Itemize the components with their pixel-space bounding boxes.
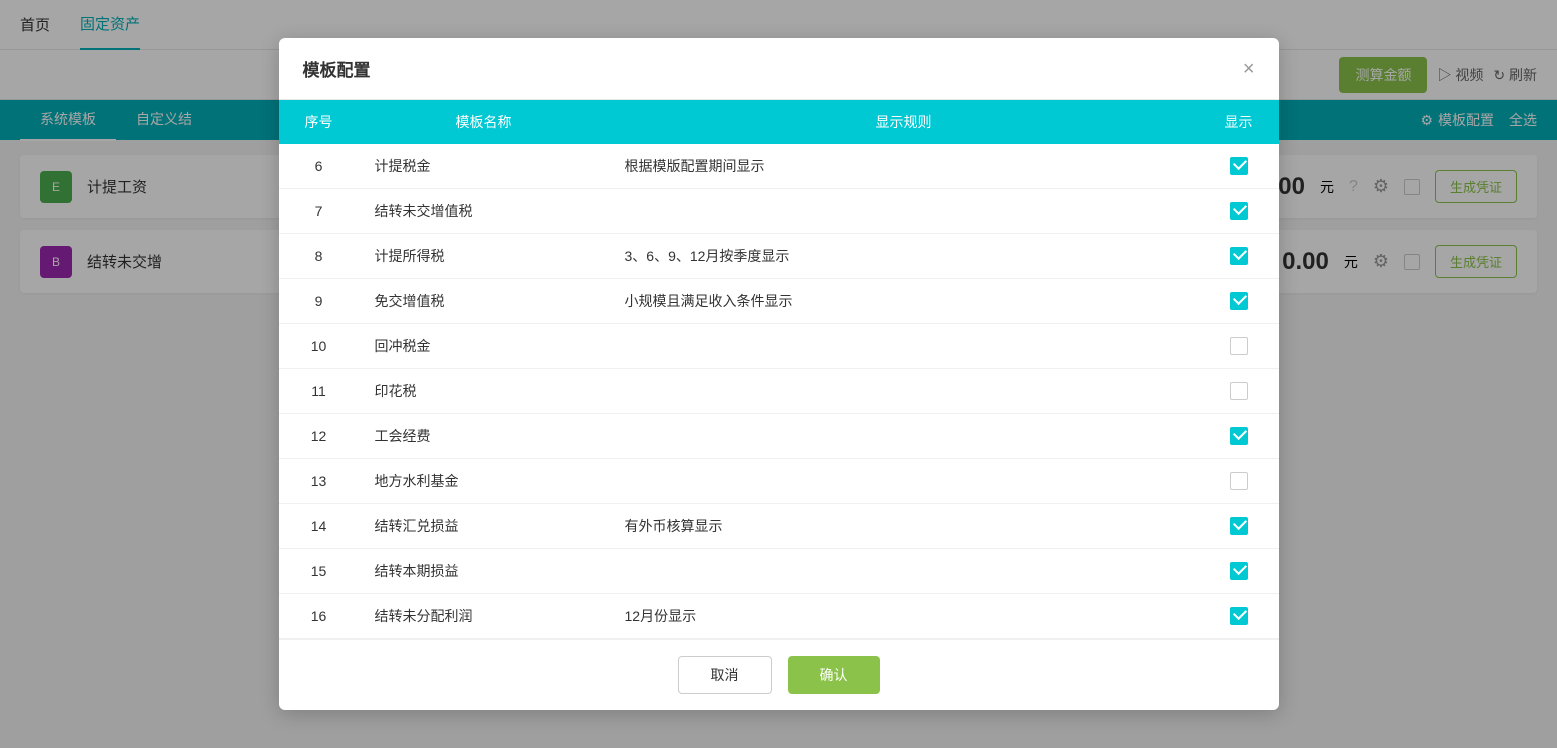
cell-checkbox: [1199, 369, 1279, 414]
confirm-button[interactable]: 确认: [788, 656, 880, 694]
cell-name: 结转未交增值税: [359, 189, 609, 234]
config-table: 序号 模板名称 显示规则 显示 6计提税金根据模版配置期间显示7结转未交增值税8…: [279, 100, 1279, 639]
cell-id: 7: [279, 189, 359, 234]
cell-rule: 12月份显示: [609, 594, 1199, 639]
cell-name: 结转本期损益: [359, 549, 609, 594]
modal-title: 模板配置: [303, 56, 371, 81]
cell-name: 结转未分配利润: [359, 594, 609, 639]
col-header-display: 显示: [1199, 100, 1279, 144]
cell-checkbox: [1199, 144, 1279, 189]
cell-id: 12: [279, 414, 359, 459]
row-checkbox-10[interactable]: [1230, 337, 1248, 355]
modal-body: 序号 模板名称 显示规则 显示 6计提税金根据模版配置期间显示7结转未交增值税8…: [279, 100, 1279, 639]
cell-id: 9: [279, 279, 359, 324]
modal-overlay: 模板配置 × 序号 模板名称 显示规则 显示 6计提税金根据模版配置期间显示7结…: [0, 0, 1557, 748]
table-row: 15结转本期损益: [279, 549, 1279, 594]
cell-name: 计提税金: [359, 144, 609, 189]
cell-name: 免交增值税: [359, 279, 609, 324]
cell-id: 13: [279, 459, 359, 504]
cell-rule: 根据模版配置期间显示: [609, 144, 1199, 189]
cancel-button[interactable]: 取消: [678, 656, 772, 694]
modal-header: 模板配置 ×: [279, 38, 1279, 100]
table-row: 7结转未交增值税: [279, 189, 1279, 234]
table-row: 10回冲税金: [279, 324, 1279, 369]
cell-id: 16: [279, 594, 359, 639]
table-row: 8计提所得税3、6、9、12月按季度显示: [279, 234, 1279, 279]
table-row: 9免交增值税小规模且满足收入条件显示: [279, 279, 1279, 324]
cell-checkbox: [1199, 414, 1279, 459]
cell-name: 地方水利基金: [359, 459, 609, 504]
cell-id: 11: [279, 369, 359, 414]
cell-rule: [609, 414, 1199, 459]
row-checkbox-11[interactable]: [1230, 382, 1248, 400]
cell-rule: [609, 369, 1199, 414]
cell-name: 计提所得税: [359, 234, 609, 279]
table-row: 13地方水利基金: [279, 459, 1279, 504]
col-header-name: 模板名称: [359, 100, 609, 144]
cell-checkbox: [1199, 504, 1279, 549]
cell-checkbox: [1199, 549, 1279, 594]
row-checkbox-13[interactable]: [1230, 472, 1248, 490]
table-row: 12工会经费: [279, 414, 1279, 459]
modal-close-button[interactable]: ×: [1243, 59, 1255, 79]
cell-rule: 3、6、9、12月按季度显示: [609, 234, 1199, 279]
cell-checkbox: [1199, 324, 1279, 369]
cell-rule: 小规模且满足收入条件显示: [609, 279, 1199, 324]
col-header-rule: 显示规则: [609, 100, 1199, 144]
template-config-modal: 模板配置 × 序号 模板名称 显示规则 显示 6计提税金根据模版配置期间显示7结…: [279, 38, 1279, 710]
cell-name: 结转汇兑损益: [359, 504, 609, 549]
row-checkbox-14[interactable]: [1230, 517, 1248, 535]
cell-rule: [609, 549, 1199, 594]
cell-checkbox: [1199, 594, 1279, 639]
table-row: 6计提税金根据模版配置期间显示: [279, 144, 1279, 189]
cell-rule: 有外币核算显示: [609, 504, 1199, 549]
modal-footer: 取消 确认: [279, 639, 1279, 710]
cell-checkbox: [1199, 279, 1279, 324]
cell-id: 15: [279, 549, 359, 594]
cell-rule: [609, 459, 1199, 504]
cell-id: 14: [279, 504, 359, 549]
cell-rule: [609, 189, 1199, 234]
cell-id: 8: [279, 234, 359, 279]
cell-checkbox: [1199, 234, 1279, 279]
row-checkbox-15[interactable]: [1230, 562, 1248, 580]
cell-rule: [609, 324, 1199, 369]
table-row: 14结转汇兑损益有外币核算显示: [279, 504, 1279, 549]
table-row: 11印花税: [279, 369, 1279, 414]
table-row: 16结转未分配利润12月份显示: [279, 594, 1279, 639]
cell-name: 回冲税金: [359, 324, 609, 369]
cell-checkbox: [1199, 189, 1279, 234]
cell-name: 印花税: [359, 369, 609, 414]
table-header-row: 序号 模板名称 显示规则 显示: [279, 100, 1279, 144]
cell-checkbox: [1199, 459, 1279, 504]
cell-name: 工会经费: [359, 414, 609, 459]
col-header-id: 序号: [279, 100, 359, 144]
cell-id: 10: [279, 324, 359, 369]
row-checkbox-8[interactable]: [1230, 247, 1248, 265]
row-checkbox-7[interactable]: [1230, 202, 1248, 220]
row-checkbox-12[interactable]: [1230, 427, 1248, 445]
row-checkbox-16[interactable]: [1230, 607, 1248, 625]
cell-id: 6: [279, 144, 359, 189]
row-checkbox-6[interactable]: [1230, 157, 1248, 175]
row-checkbox-9[interactable]: [1230, 292, 1248, 310]
table-body: 6计提税金根据模版配置期间显示7结转未交增值税8计提所得税3、6、9、12月按季…: [279, 144, 1279, 639]
